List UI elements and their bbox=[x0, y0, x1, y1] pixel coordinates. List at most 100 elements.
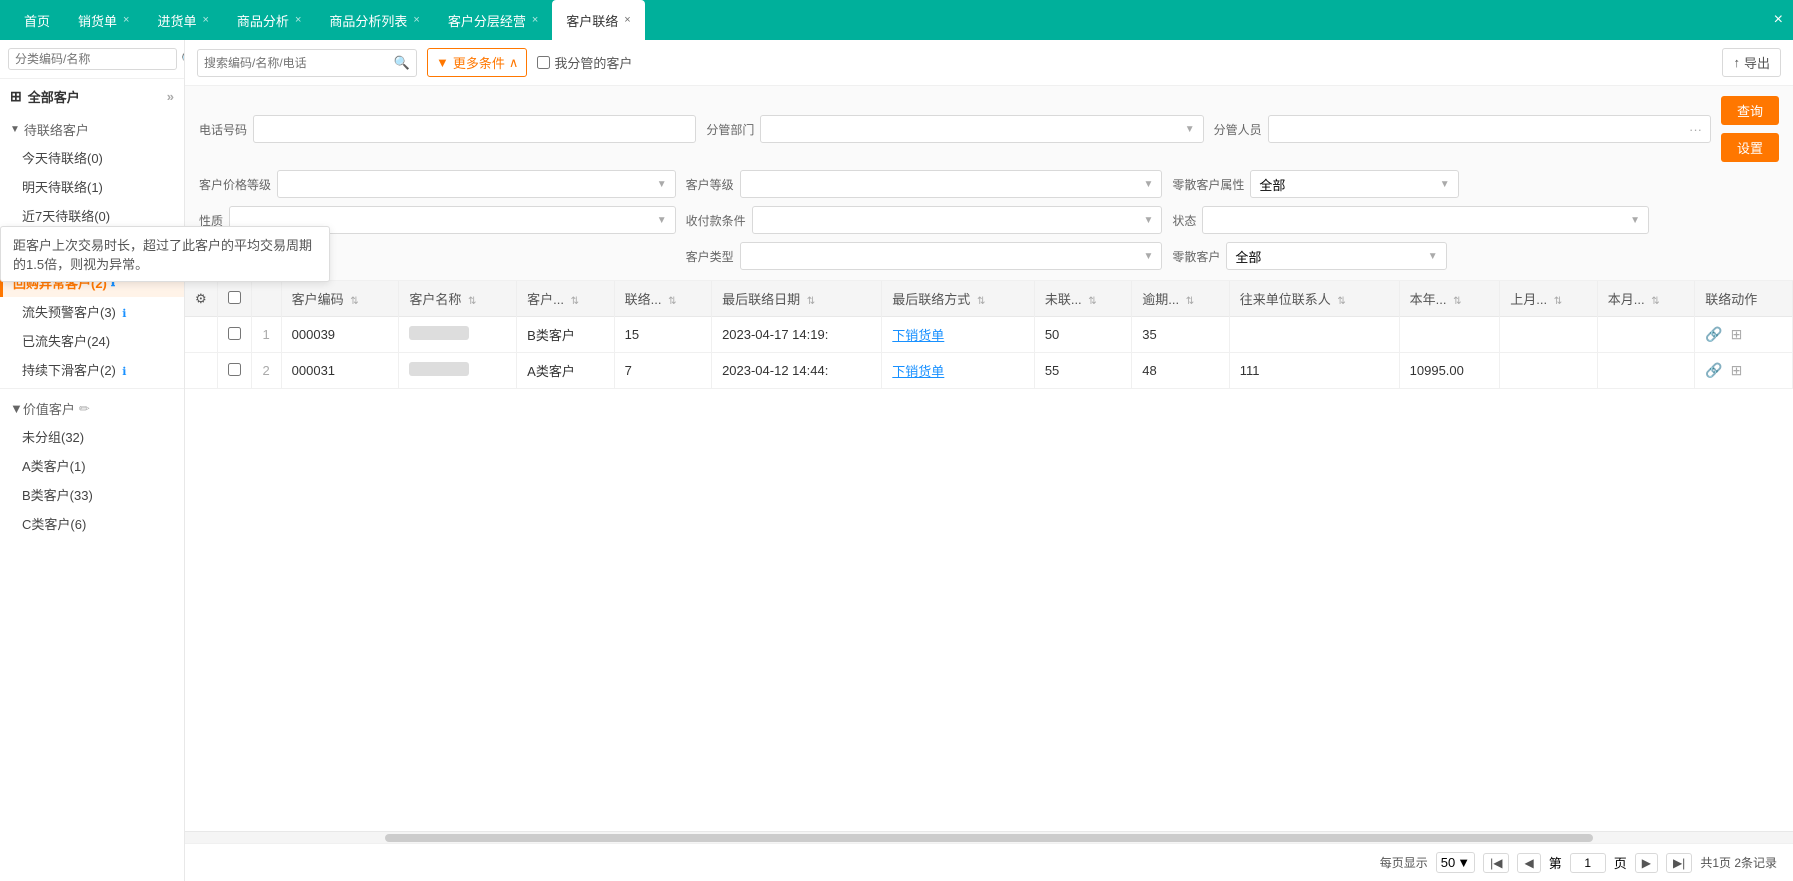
nav-tab-customer-tier[interactable]: 客户分层经营 × bbox=[434, 0, 552, 40]
settings-col-header[interactable]: ⚙ bbox=[185, 281, 217, 317]
row1-checkbox-cell[interactable] bbox=[217, 317, 251, 353]
settings-button[interactable]: 设置 bbox=[1721, 133, 1779, 162]
my-customer-checkbox-wrap[interactable]: 我分管的客户 bbox=[537, 53, 632, 72]
sidebar-all-customers[interactable]: ⊞ 全部客户 » bbox=[0, 79, 184, 114]
sidebar-item-declining[interactable]: 持续下滑客户(2) ℹ bbox=[0, 355, 184, 384]
sidebar-item-churned[interactable]: 已流失客户(24) bbox=[0, 326, 184, 355]
last-way-col-label: 最后联络方式 bbox=[892, 292, 970, 307]
export-icon: ↑ bbox=[1733, 55, 1740, 70]
filter-price-select[interactable]: ▼ bbox=[277, 170, 676, 198]
nav-tab-sales[interactable]: 销货单 × bbox=[64, 0, 143, 40]
nav-tab-purchase-close[interactable]: × bbox=[202, 14, 208, 26]
row1-contact: 15 bbox=[614, 317, 711, 353]
row1-action-link-icon[interactable]: 🔗 bbox=[1705, 326, 1722, 343]
nav-tab-analysis-list-close[interactable]: × bbox=[413, 14, 419, 26]
more-filter-button[interactable]: ▼ 更多条件 ∧ bbox=[427, 48, 527, 77]
close-all-tabs-button[interactable]: × bbox=[1774, 11, 1783, 29]
code-col-header[interactable]: 客户编码 ⇅ bbox=[281, 281, 399, 317]
search-input[interactable] bbox=[204, 56, 394, 70]
filter-btn-label: 更多条件 bbox=[453, 53, 505, 72]
row1-code: 000039 bbox=[281, 317, 399, 353]
row2-checkbox-cell[interactable] bbox=[217, 353, 251, 389]
contact-col-header[interactable]: 联络... ⇅ bbox=[614, 281, 711, 317]
filter-retail-attr-select[interactable]: 全部 ▼ bbox=[1250, 170, 1458, 198]
my-customer-checkbox[interactable] bbox=[537, 56, 550, 69]
name-col-header[interactable]: 客户名称 ⇅ bbox=[399, 281, 517, 317]
export-button[interactable]: ↑ 导出 bbox=[1722, 48, 1781, 77]
checkbox-col-header[interactable] bbox=[217, 281, 251, 317]
info-icon-churn: ℹ bbox=[122, 308, 126, 320]
edit-icon[interactable]: ✏ bbox=[79, 401, 90, 417]
filter-retail-customer-select[interactable]: 全部 ▼ bbox=[1226, 242, 1446, 270]
sidebar-section-pending[interactable]: ▼ 待联络客户 bbox=[0, 114, 184, 143]
sidebar-item-churn-warning[interactable]: 流失预警客户(3) ℹ bbox=[0, 297, 184, 326]
sidebar-item-class-a[interactable]: A类客户(1) bbox=[0, 451, 184, 480]
sidebar-item-class-b[interactable]: B类客户(33) bbox=[0, 480, 184, 509]
sidebar: 🔍 ⊞ 全部客户 » ▼ 待联络客户 今天待联络(0) 明天待联络(1) 近7天… bbox=[0, 40, 185, 881]
nav-tab-purchase[interactable]: 进货单 × bbox=[143, 0, 222, 40]
filter-dept-select[interactable]: ▼ bbox=[760, 115, 1203, 143]
uncontacted-col-header[interactable]: 未联... ⇅ bbox=[1034, 281, 1131, 317]
this-month-col-header[interactable]: 本月... ⇅ bbox=[1597, 281, 1694, 317]
page-number-input[interactable] bbox=[1570, 853, 1606, 873]
nav-tab-customer-contact[interactable]: 客户联络 × bbox=[552, 0, 644, 40]
sidebar-collapse-icon[interactable]: » bbox=[167, 89, 174, 104]
row2-action-link-icon[interactable]: 🔗 bbox=[1705, 362, 1722, 379]
contacts-person-col-header[interactable]: 往来单位联系人 ⇅ bbox=[1229, 281, 1399, 317]
nav-tab-customer-tier-close[interactable]: × bbox=[532, 14, 538, 26]
num-col-header bbox=[251, 281, 281, 317]
last-date-col-header[interactable]: 最后联络日期 ⇅ bbox=[712, 281, 882, 317]
horizontal-scroll-area[interactable] bbox=[185, 831, 1793, 843]
sidebar-item-ungrouped[interactable]: 未分组(32) bbox=[0, 422, 184, 451]
query-button[interactable]: 查询 bbox=[1721, 96, 1779, 125]
row1-action-grid-icon[interactable]: ⊞ bbox=[1731, 326, 1743, 343]
next-page-button[interactable]: ▶ bbox=[1635, 853, 1658, 873]
row2-last-way[interactable]: 下销货单 bbox=[882, 353, 1035, 389]
sidebar-search-input[interactable] bbox=[8, 48, 177, 70]
per-page-select[interactable]: 50 ▼ bbox=[1436, 852, 1475, 873]
row1-checkbox[interactable] bbox=[228, 327, 241, 340]
last-page-button[interactable]: ▶| bbox=[1666, 853, 1692, 873]
nav-tab-analysis-list-label: 商品分析列表 bbox=[329, 11, 407, 30]
sort-icon-this-month: ⇅ bbox=[1651, 296, 1659, 307]
row2-action-grid-icon[interactable]: ⊞ bbox=[1731, 362, 1743, 379]
filter-phone-input[interactable] bbox=[253, 115, 696, 143]
sidebar-item-tomorrow[interactable]: 明天待联络(1) bbox=[0, 172, 184, 201]
category-col-header[interactable]: 客户... ⇅ bbox=[517, 281, 614, 317]
select-all-checkbox[interactable] bbox=[228, 291, 241, 304]
nav-tab-sales-close[interactable]: × bbox=[123, 14, 129, 26]
filter-status: 状态 ▼ bbox=[1172, 206, 1649, 234]
overdue-col-header[interactable]: 逾期... ⇅ bbox=[1132, 281, 1229, 317]
nav-tab-analysis-close[interactable]: × bbox=[295, 14, 301, 26]
last-way-col-header[interactable]: 最后联络方式 ⇅ bbox=[882, 281, 1035, 317]
filter-customer-level-select[interactable]: ▼ bbox=[740, 170, 1163, 198]
filter-customer-level-label: 客户等级 bbox=[686, 176, 734, 193]
prev-page-button[interactable]: ◀ bbox=[1517, 853, 1540, 873]
this-year-col-header[interactable]: 本年... ⇅ bbox=[1399, 281, 1500, 317]
row2-checkbox[interactable] bbox=[228, 363, 241, 376]
nav-tab-analysis[interactable]: 商品分析 × bbox=[223, 0, 315, 40]
row2-this-month bbox=[1597, 353, 1694, 389]
tooltip-box: 距客户上次交易时长，超过了此客户的平均交易周期的1.5倍，则视为异常。 bbox=[0, 226, 330, 282]
filter-retail-customer: 零散客户 全部 ▼ bbox=[1172, 242, 1649, 270]
total-label: 共1页 2条记录 bbox=[1700, 854, 1777, 871]
nav-tab-home[interactable]: 首页 bbox=[10, 0, 64, 40]
sidebar-item-today[interactable]: 今天待联络(0) bbox=[0, 143, 184, 172]
filter-customer-type-select[interactable]: ▼ bbox=[740, 242, 1163, 270]
filter-status-select[interactable]: ▼ bbox=[1202, 206, 1649, 234]
table-row: 2 000031 A类客户 7 2023-04-12 14:44: 下销货单 5… bbox=[185, 353, 1793, 389]
filter-person-label: 分管人员 bbox=[1214, 121, 1262, 138]
my-customer-label: 我分管的客户 bbox=[554, 53, 632, 72]
first-page-button[interactable]: |◀ bbox=[1483, 853, 1509, 873]
sidebar-item-class-c[interactable]: C类客户(6) bbox=[0, 509, 184, 538]
last-month-col-header[interactable]: 上月... ⇅ bbox=[1500, 281, 1597, 317]
content-area: 🔍 ▼ 更多条件 ∧ 我分管的客户 ↑ 导出 电话号码 bbox=[185, 40, 1793, 881]
horizontal-scrollbar[interactable] bbox=[385, 834, 1593, 842]
filter-payment-select[interactable]: ▼ bbox=[752, 206, 1163, 234]
nav-tab-analysis-list[interactable]: 商品分析列表 × bbox=[315, 0, 433, 40]
row1-last-way-link[interactable]: 下销货单 bbox=[892, 328, 944, 343]
filter-person-select[interactable]: ··· bbox=[1268, 115, 1711, 143]
row2-last-way-link[interactable]: 下销货单 bbox=[892, 364, 944, 379]
nav-tab-customer-contact-close[interactable]: × bbox=[624, 14, 630, 26]
row1-last-way[interactable]: 下销货单 bbox=[882, 317, 1035, 353]
